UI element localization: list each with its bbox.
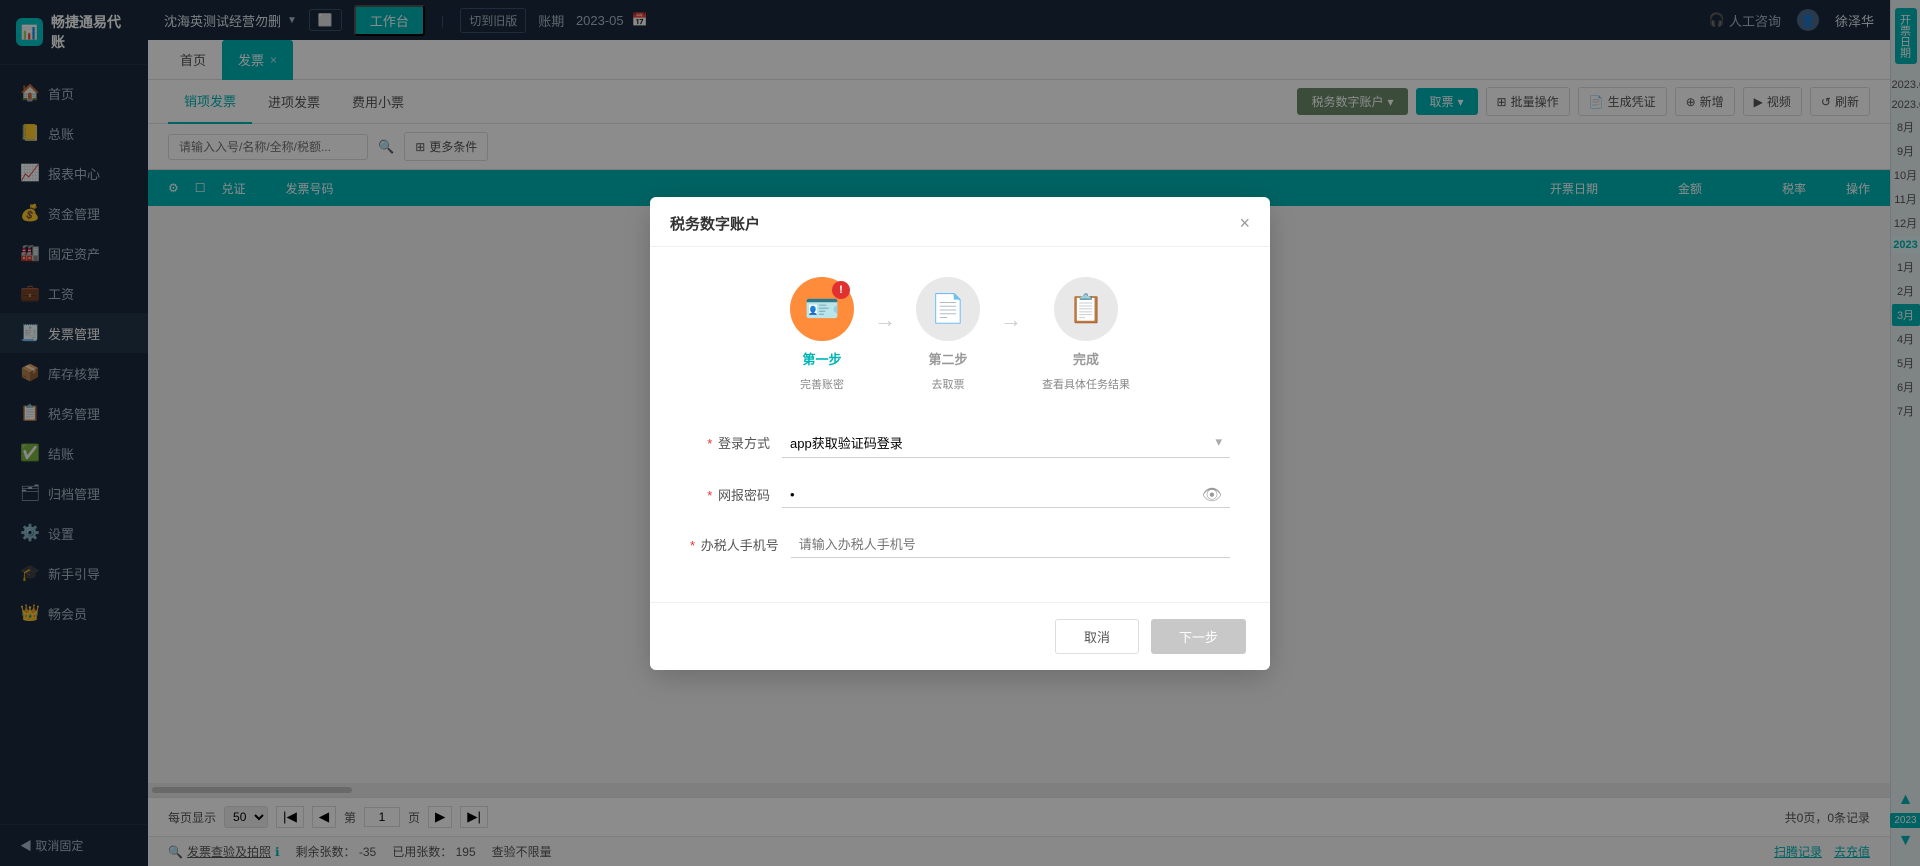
phone-row: * 办税人手机号	[690, 532, 1230, 558]
step-indicator: 🪪 ! 第一步 完善账密 → 📄 第二步 去取票 →	[690, 277, 1230, 392]
next-step-button[interactable]: 下一步	[1151, 619, 1246, 654]
step-3-label: 完成	[1073, 349, 1099, 368]
step-3-sub: 查看具体任务结果	[1042, 376, 1130, 392]
step-1-label: 第一步	[802, 349, 841, 368]
step-2-icon: 📄	[916, 277, 980, 341]
step-2-sub: 去取票	[932, 376, 965, 392]
password-field-wrap: 👁	[782, 482, 1230, 508]
step-3-icon: 📋	[1054, 277, 1118, 341]
step-1-sub: 完善账密	[800, 376, 844, 392]
step-1-badge: !	[832, 281, 850, 299]
step-arrow-1: →	[874, 307, 896, 361]
step-2-label: 第二步	[928, 349, 967, 368]
phone-label: * 办税人手机号	[690, 535, 779, 554]
modal-close-button[interactable]: ×	[1239, 213, 1250, 234]
login-method-label: * 登录方式	[690, 433, 770, 452]
login-method-select[interactable]: app获取验证码登录 ▾	[782, 428, 1230, 458]
login-method-row: * 登录方式 app获取验证码登录 ▾	[690, 428, 1230, 458]
modal-footer: 取消 下一步	[650, 602, 1270, 670]
step-1: 🪪 ! 第一步 完善账密	[790, 277, 854, 392]
select-chevron-down-icon: ▾	[1215, 434, 1222, 450]
cancel-button[interactable]: 取消	[1055, 619, 1139, 654]
phone-input[interactable]	[791, 532, 1230, 558]
password-row: * 网报密码 👁	[690, 482, 1230, 508]
login-method-value: app获取验证码登录	[790, 433, 903, 452]
modal-header: 税务数字账户 ×	[650, 197, 1270, 247]
password-label: * 网报密码	[690, 485, 770, 504]
step-1-icon: 🪪 !	[790, 277, 854, 341]
modal-overlay: 税务数字账户 × 🪪 ! 第一步 完善账密 → �	[0, 0, 1920, 866]
password-toggle-icon[interactable]: 👁	[1202, 485, 1222, 505]
step-3: 📋 完成 查看具体任务结果	[1042, 277, 1130, 392]
password-input[interactable]	[782, 482, 1230, 508]
modal-body: 🪪 ! 第一步 完善账密 → 📄 第二步 去取票 →	[650, 247, 1270, 602]
step-arrow-2: →	[1000, 307, 1022, 361]
modal-title: 税务数字账户	[670, 213, 760, 234]
step-2: 📄 第二步 去取票	[916, 277, 980, 392]
tax-digital-modal: 税务数字账户 × 🪪 ! 第一步 完善账密 → �	[650, 197, 1270, 670]
